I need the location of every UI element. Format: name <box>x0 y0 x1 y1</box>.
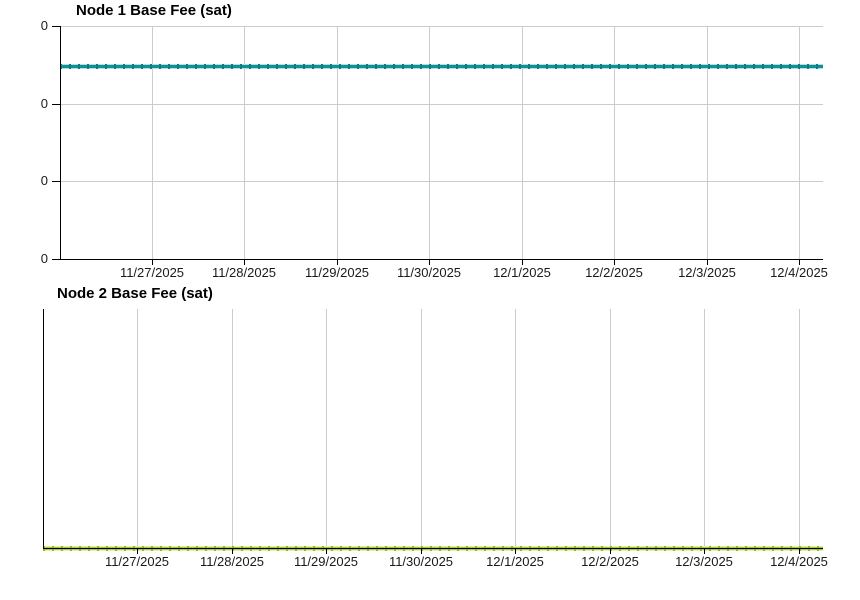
y-axis-line <box>60 26 61 259</box>
v-gridline <box>610 309 611 548</box>
h-gridline <box>60 181 823 182</box>
v-gridline <box>707 26 708 259</box>
h-gridline <box>60 26 823 27</box>
v-gridline <box>152 26 153 259</box>
y-tick-label: 0 <box>40 96 48 111</box>
y-axis-line <box>43 309 44 548</box>
node1-chart-title: Node 1 Base Fee (sat) <box>76 2 232 19</box>
x-tick-label: 11/29/2025 <box>293 554 359 569</box>
v-gridline <box>799 309 800 548</box>
y-tick-mark <box>52 26 60 27</box>
y-tick-label: 0 <box>40 251 48 266</box>
node1-plot-area <box>60 26 823 260</box>
y-tick-mark <box>52 259 60 260</box>
v-gridline <box>137 309 138 548</box>
v-gridline <box>326 309 327 548</box>
x-tick-label: 12/1/2025 <box>493 265 551 280</box>
x-tick-label: 12/2/2025 <box>585 265 643 280</box>
x-axis-line <box>60 259 823 260</box>
node2-chart-title: Node 2 Base Fee (sat) <box>57 285 213 302</box>
x-tick-label: 11/29/2025 <box>304 265 370 280</box>
x-tick-label: 11/28/2025 <box>199 554 265 569</box>
x-tick-label: 11/30/2025 <box>396 265 462 280</box>
x-tick-label: 12/3/2025 <box>675 554 733 569</box>
v-gridline <box>232 309 233 548</box>
h-gridline <box>60 104 823 105</box>
node1-base-fee-series-line <box>60 64 823 69</box>
v-gridline <box>421 309 422 548</box>
x-tick-label: 11/27/2025 <box>104 554 170 569</box>
y-tick-mark <box>52 181 60 182</box>
y-tick-label: 0 <box>40 18 48 33</box>
x-tick-label: 11/30/2025 <box>388 554 454 569</box>
x-tick-label: 12/3/2025 <box>678 265 736 280</box>
x-tick-label: 12/2/2025 <box>581 554 639 569</box>
x-tick-label: 12/4/2025 <box>770 554 828 569</box>
x-tick-label: 11/28/2025 <box>211 265 277 280</box>
v-gridline <box>244 26 245 259</box>
v-gridline <box>522 26 523 259</box>
x-tick-label: 11/27/2025 <box>119 265 185 280</box>
x-tick-label: 12/1/2025 <box>486 554 544 569</box>
v-gridline <box>799 26 800 259</box>
v-gridline <box>515 309 516 548</box>
x-axis-line <box>43 548 823 549</box>
x-tick-label: 12/4/2025 <box>770 265 828 280</box>
v-gridline <box>704 309 705 548</box>
v-gridline <box>337 26 338 259</box>
v-gridline <box>614 26 615 259</box>
y-tick-label: 0 <box>40 173 48 188</box>
y-tick-mark <box>52 104 60 105</box>
node2-plot-area <box>43 309 823 551</box>
v-gridline <box>429 26 430 259</box>
chart-canvas: Node 1 Base Fee (sat) 11/27/2025 11/28/20… <box>0 0 860 600</box>
